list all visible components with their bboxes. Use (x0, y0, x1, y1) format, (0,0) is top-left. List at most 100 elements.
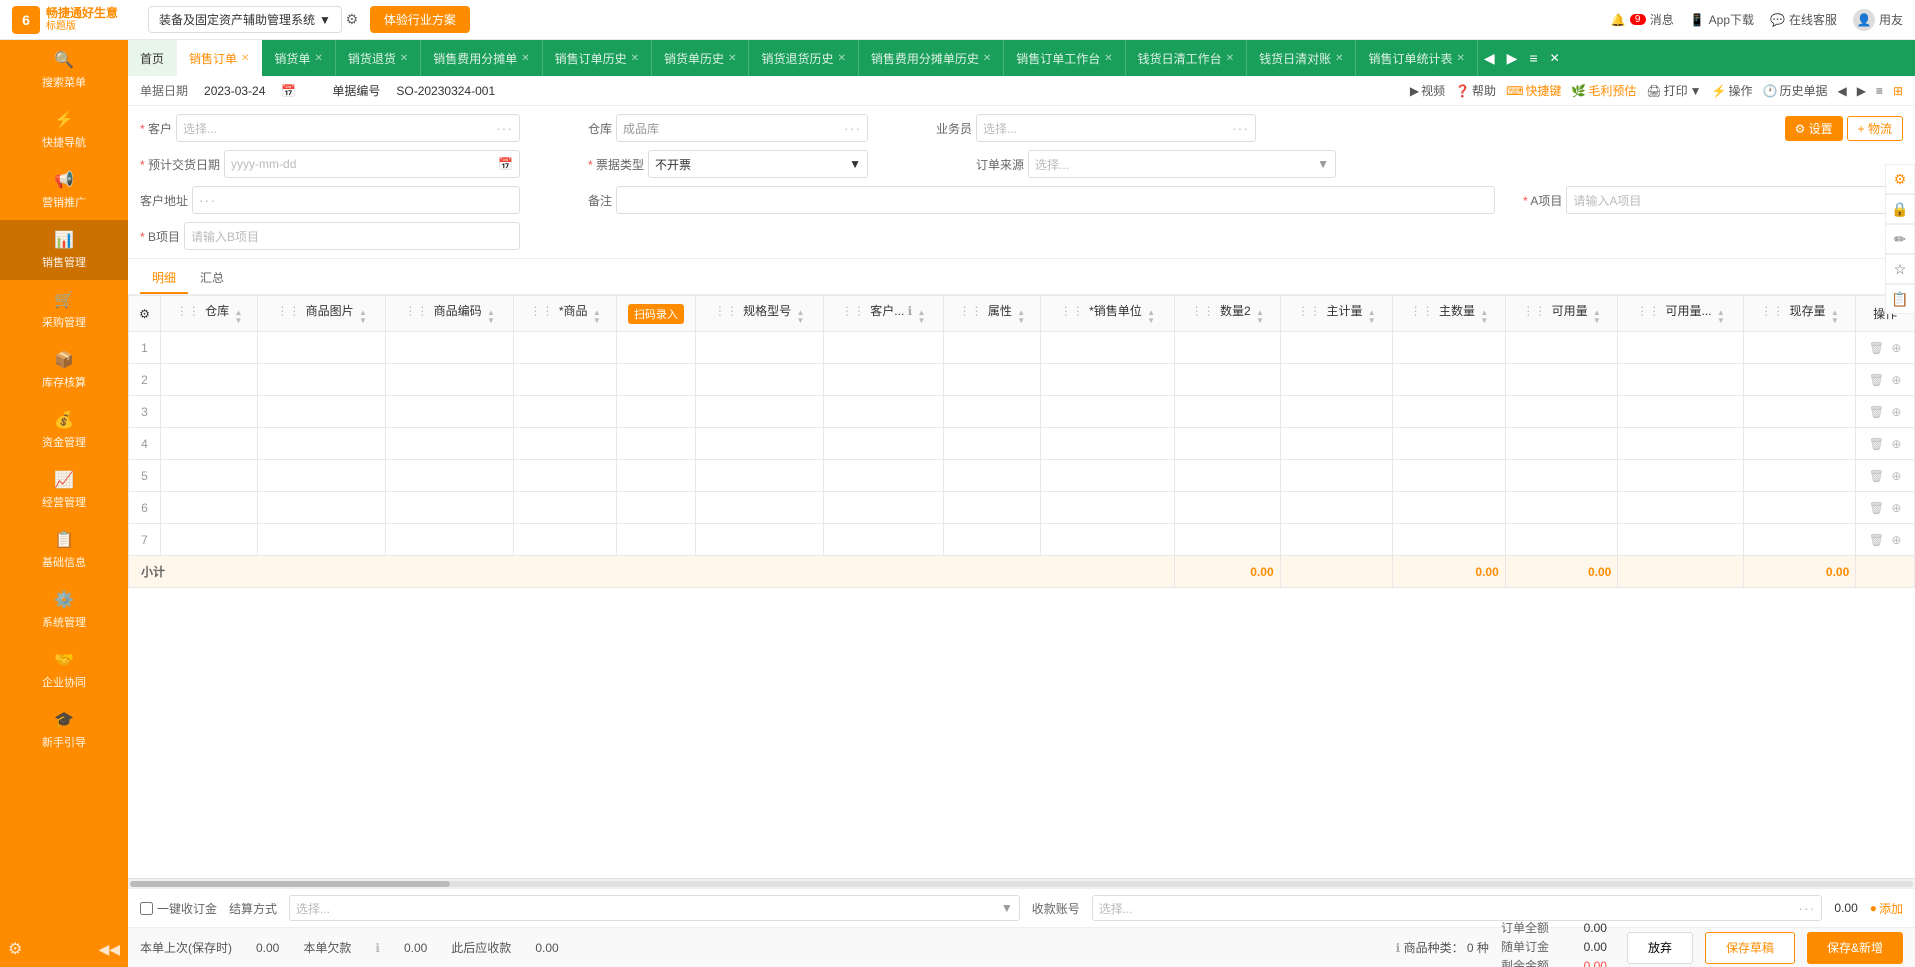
col-product-image[interactable]: ⋮⋮ 商品图片 ▲▼ (258, 296, 386, 332)
notification-item[interactable]: 🔔 9 消息 (1611, 11, 1674, 28)
delete-icon[interactable]: 🗑 (1869, 533, 1884, 547)
col-qty2[interactable]: ⋮⋮ 数量2 ▲▼ (1174, 296, 1280, 332)
app-download-item[interactable]: 📱 App下载 (1690, 11, 1754, 28)
right-btn-edit[interactable]: ✏ (1885, 224, 1915, 254)
settings-button[interactable]: ⚙ 设置 (1785, 116, 1843, 141)
user-item[interactable]: 👤 用友 (1853, 9, 1903, 31)
remark-input[interactable] (616, 186, 1495, 214)
tab-home[interactable]: 首页 (128, 40, 177, 76)
layout-icon[interactable]: ≡ (1876, 84, 1883, 98)
delete-icon[interactable]: 🗑 (1869, 341, 1884, 355)
sidebar-item-inventory[interactable]: 📦 库存核算 (0, 340, 128, 400)
sidebar-item-quicknav[interactable]: ⚡ 快捷导航 (0, 100, 128, 160)
sidebar-item-enterprise[interactable]: 🤝 企业协同 (0, 640, 128, 700)
tab-return-history[interactable]: 销货退货历史 ✕ (749, 40, 858, 76)
print-btn[interactable]: 🖨 打印 ▼ (1646, 82, 1701, 99)
tab-close-all-btn[interactable]: ✕ (1544, 51, 1566, 65)
copy-icon[interactable]: ⊕ (1891, 469, 1901, 483)
system-selector[interactable]: 装备及固定资产辅助管理系统 ▼ (148, 6, 342, 33)
nav-prev-icon[interactable]: ◀ (1837, 84, 1846, 98)
operation-btn[interactable]: ⚡ 操作 (1712, 82, 1753, 99)
scrollbar-thumb[interactable] (130, 881, 450, 887)
save-draft-button[interactable]: 保存草稿 (1705, 932, 1795, 964)
profit-btn[interactable]: 🌿 毛利预估 (1571, 82, 1636, 99)
invoice-type-select[interactable]: 不开票 ▼ (648, 150, 868, 178)
view-btn[interactable]: ▶ 视频 (1410, 82, 1445, 99)
col-product[interactable]: ⋮⋮ *商品 ▲▼ (514, 296, 617, 332)
tab-close-icon[interactable]: ✕ (631, 53, 639, 64)
copy-icon[interactable]: ⊕ (1891, 405, 1901, 419)
tab-sales-invoice[interactable]: 销货单 ✕ (262, 40, 335, 76)
delete-icon[interactable]: 🗑 (1869, 373, 1884, 387)
sidebar-item-sales[interactable]: 📊 销售管理 (0, 220, 128, 280)
col-customer-code[interactable]: ⋮⋮ 客户... ℹ ▲▼ (823, 296, 943, 332)
col-product-code[interactable]: ⋮⋮ 商品编码 ▲▼ (386, 296, 514, 332)
col-main-unit[interactable]: ⋮⋮ 主计量 ▲▼ (1280, 296, 1393, 332)
tab-sales-return[interactable]: 销货退货 ✕ (336, 40, 421, 76)
tab-close-icon[interactable]: ✕ (521, 53, 529, 64)
sidebar-item-finance[interactable]: 💰 资金管理 (0, 400, 128, 460)
tab-order-stats[interactable]: 销售订单统计表 ✕ (1356, 40, 1477, 76)
tab-close-icon[interactable]: ✕ (400, 53, 408, 64)
tab-sales-expense[interactable]: 销售费用分摊单 ✕ (421, 40, 542, 76)
sidebar-item-marketing[interactable]: 📢 营销推广 (0, 160, 128, 220)
save-new-button[interactable]: 保存&新增 (1807, 932, 1903, 964)
tab-close-icon[interactable]: ✕ (241, 53, 249, 64)
tab-daily-reconcile[interactable]: 钱货日清对账 ✕ (1247, 40, 1356, 76)
col-spec[interactable]: ⋮⋮ 规格型号 ▲▼ (695, 296, 823, 332)
col-attribute[interactable]: ⋮⋮ 属性 ▲▼ (943, 296, 1040, 332)
delete-icon[interactable]: 🗑 (1869, 437, 1884, 451)
tab-sales-order[interactable]: 销售订单 ✕ (177, 40, 262, 76)
settings-bottom-icon[interactable]: ⚙ (8, 939, 22, 959)
gear-icon[interactable]: ⚙ (342, 10, 362, 30)
right-btn-settings[interactable]: ⚙ (1885, 164, 1915, 194)
warehouse-input[interactable]: 成品库 ··· (616, 114, 868, 142)
sidebar-item-management[interactable]: 📈 经营管理 (0, 460, 128, 520)
nav-next-icon[interactable]: ▶ (1857, 84, 1866, 98)
tab-expense-history[interactable]: 销售费用分摊单历史 ✕ (859, 40, 1004, 76)
tab-close-icon[interactable]: ✕ (1457, 53, 1465, 64)
copy-icon[interactable]: ⊕ (1891, 437, 1901, 451)
expand-icon[interactable]: ⊞ (1893, 84, 1903, 98)
discard-button[interactable]: 放弃 (1627, 932, 1693, 964)
shortcut-btn[interactable]: ⌨ 快捷键 (1506, 82, 1561, 99)
col-current-qty[interactable]: ⋮⋮ 现存量 ▲▼ (1743, 296, 1856, 332)
tab-close-icon[interactable]: ✕ (728, 53, 736, 64)
tab-summary[interactable]: 汇总 (188, 263, 236, 294)
calendar-icon[interactable]: 📅 (281, 84, 296, 98)
tab-prev-btn[interactable]: ◀ (1478, 50, 1501, 67)
col-unit[interactable]: ⋮⋮ *销售单位 ▲▼ (1040, 296, 1174, 332)
customer-input[interactable]: 选择... ··· (176, 114, 520, 142)
col-main-qty[interactable]: ⋮⋮ 主数量 ▲▼ (1393, 296, 1506, 332)
add-payment-btn[interactable]: ● 添加 (1870, 900, 1903, 917)
delete-icon[interactable]: 🗑 (1869, 405, 1884, 419)
online-service-item[interactable]: 💬 在线客服 (1770, 11, 1837, 28)
copy-icon[interactable]: ⊕ (1891, 501, 1901, 515)
tab-close-icon[interactable]: ✕ (1226, 53, 1234, 64)
b-project-input[interactable]: 请输入B项目 (184, 222, 520, 250)
tab-next-btn[interactable]: ▶ (1501, 50, 1524, 67)
delete-icon[interactable]: 🗑 (1869, 501, 1884, 515)
tab-close-icon[interactable]: ✕ (314, 53, 322, 64)
tab-detail[interactable]: 明细 (140, 263, 188, 294)
copy-icon[interactable]: ⊕ (1891, 341, 1901, 355)
industry-button[interactable]: 体验行业方案 (370, 6, 470, 33)
tab-close-icon[interactable]: ✕ (837, 53, 845, 64)
tab-order-history[interactable]: 销售订单历史 ✕ (543, 40, 652, 76)
quick-order-check[interactable] (140, 902, 153, 915)
tab-more-btn[interactable]: ≡ (1523, 50, 1543, 66)
table-scrollbar[interactable] (128, 878, 1915, 888)
right-btn-lock[interactable]: 🔒 (1885, 194, 1915, 224)
add-item-button[interactable]: + 物流 (1847, 116, 1903, 141)
col-avail-qty[interactable]: ⋮⋮ 可用量 ▲▼ (1505, 296, 1618, 332)
sidebar-item-system[interactable]: ⚙️ 系统管理 (0, 580, 128, 640)
quick-order-checkbox[interactable]: 一键收订金 (140, 900, 217, 917)
col-scan[interactable]: 扫码录入 (617, 296, 695, 332)
payment-input[interactable]: 选择... ▼ (289, 895, 1020, 921)
scan-button[interactable]: 扫码录入 (628, 304, 684, 324)
sidebar-item-guide[interactable]: 🎓 新手引导 (0, 700, 128, 760)
account-input[interactable]: 选择... ··· (1092, 895, 1823, 921)
help-btn[interactable]: ❓ 帮助 (1455, 82, 1496, 99)
a-project-input[interactable]: 请输入A项目 (1566, 186, 1903, 214)
tab-invoice-history[interactable]: 销货单历史 ✕ (652, 40, 749, 76)
